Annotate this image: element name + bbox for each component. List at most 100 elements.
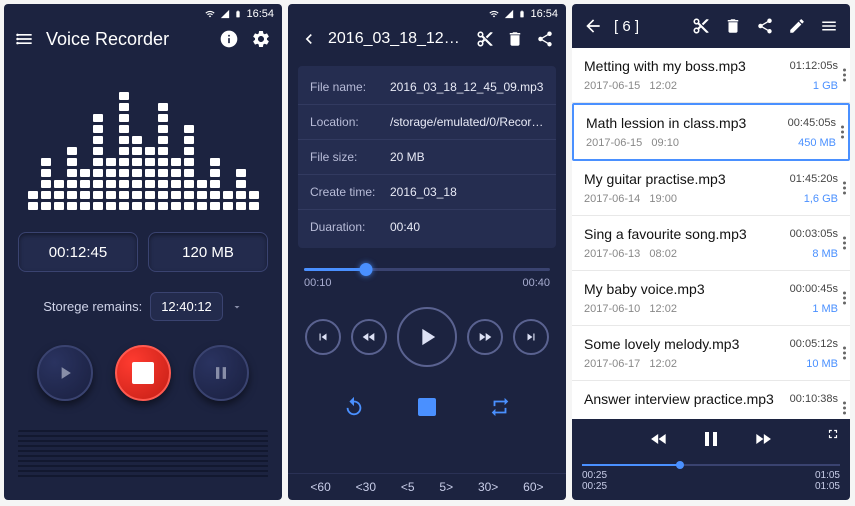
skip-amount[interactable]: <60	[310, 480, 330, 494]
cut-icon[interactable]	[474, 28, 496, 50]
more-icon[interactable]	[843, 402, 846, 415]
file-duration: 00:10:38s	[790, 393, 838, 405]
signal-icon	[220, 9, 230, 19]
file-item[interactable]: My baby voice.mp3 00:00:45s 2017-06-10 1…	[572, 271, 850, 326]
file-item[interactable]: My guitar practise.mp3 01:45:20s 2017-06…	[572, 161, 850, 216]
file-duration: 00:03:05s	[790, 228, 838, 240]
mini-player: 00:25 00:25 01:05 01:05	[572, 419, 850, 500]
skip-end-button[interactable]	[513, 319, 549, 355]
info-row: Location:/storage/emulated/0/Recorders/	[298, 105, 556, 140]
file-item[interactable]: Answer interview practice.mp3 00:10:38s	[572, 381, 850, 419]
seek-bar[interactable]: 00:10 00:40	[304, 268, 550, 289]
info-label: File size:	[310, 150, 390, 164]
file-duration: 01:12:05s	[790, 60, 838, 72]
file-size: 8 MB	[812, 248, 838, 260]
audio-visualizer	[18, 60, 268, 220]
file-name: Sing a favourite song.mp3	[584, 226, 747, 242]
more-icon[interactable]	[841, 126, 844, 139]
signal-icon	[504, 9, 514, 19]
file-size: 450 MB	[798, 137, 836, 149]
info-value: 00:40	[390, 220, 544, 234]
expand-icon[interactable]	[826, 427, 840, 446]
file-size: 1 GB	[813, 80, 838, 92]
share-icon[interactable]	[754, 15, 776, 37]
rewind-button[interactable]	[351, 319, 387, 355]
mini-seek-bar[interactable]	[582, 464, 840, 466]
cut-icon[interactable]	[690, 15, 712, 37]
file-item[interactable]: Metting with my boss.mp3 01:12:05s 2017-…	[572, 48, 850, 103]
file-date: 2017-06-14 19:00	[584, 193, 677, 205]
info-value: 20 MB	[390, 150, 544, 164]
skip-amount[interactable]: <30	[356, 480, 376, 494]
file-date: 2017-06-10 12:02	[584, 303, 677, 315]
storage-label: Storege remains:	[43, 299, 142, 314]
app-title: Voice Recorder	[46, 29, 208, 50]
skip-start-button[interactable]	[305, 319, 341, 355]
play-button[interactable]	[397, 307, 457, 367]
file-item[interactable]: Sing a favourite song.mp3 00:03:05s 2017…	[572, 216, 850, 271]
stop-button[interactable]	[411, 391, 443, 423]
info-label: Duaration:	[310, 220, 390, 234]
info-value: 2016_03_18	[390, 185, 544, 199]
info-icon[interactable]	[218, 28, 240, 50]
pause-button[interactable]	[699, 427, 723, 456]
menu-icon[interactable]	[14, 28, 36, 50]
share-icon[interactable]	[534, 28, 556, 50]
file-item[interactable]: Math lession in class.mp3 00:45:05s 2017…	[572, 103, 850, 161]
repeat-icon[interactable]	[484, 391, 516, 423]
forward-button[interactable]	[467, 319, 503, 355]
file-info-panel: File name:2016_03_18_12_45_09.mp3Locatio…	[298, 66, 556, 248]
file-name: My baby voice.mp3	[584, 281, 705, 297]
status-bar: 16:54	[4, 4, 282, 24]
recording-size: 120 MB	[148, 232, 268, 272]
back-icon[interactable]	[582, 15, 604, 37]
status-time: 16:54	[246, 8, 274, 20]
file-date: 2017-06-13 08:02	[584, 248, 677, 260]
skip-amount[interactable]: 60>	[523, 480, 543, 494]
trash-icon[interactable]	[504, 28, 526, 50]
replay-icon[interactable]	[338, 391, 370, 423]
gear-icon[interactable]	[250, 28, 272, 50]
file-duration: 00:45:05s	[788, 117, 836, 129]
mini-total2: 01:05	[815, 481, 840, 492]
edit-icon[interactable]	[786, 15, 808, 37]
skip-amount[interactable]: <5	[401, 480, 415, 494]
more-icon[interactable]	[843, 69, 846, 82]
trash-icon[interactable]	[722, 15, 744, 37]
status-time: 16:54	[530, 8, 558, 20]
storage-value[interactable]: 12:40:12	[150, 292, 223, 321]
more-icon[interactable]	[843, 292, 846, 305]
info-label: Location:	[310, 115, 390, 129]
file-list[interactable]: Metting with my boss.mp3 01:12:05s 2017-…	[572, 48, 850, 419]
recorder-screen: 16:54 Voice Recorder 00:12:45 120 MB Sto…	[4, 4, 282, 500]
wifi-icon	[204, 9, 216, 19]
file-duration: 00:05:12s	[790, 338, 838, 350]
chevron-down-icon[interactable]	[231, 301, 243, 313]
forward-button[interactable]	[753, 429, 773, 454]
battery-icon	[518, 8, 526, 20]
skip-amount[interactable]: 30>	[478, 480, 498, 494]
file-item[interactable]: Some lovely melody.mp3 00:05:12s 2017-06…	[572, 326, 850, 381]
more-icon[interactable]	[843, 182, 846, 195]
seek-duration: 00:40	[522, 277, 550, 289]
info-row: File name:2016_03_18_12_45_09.mp3	[298, 70, 556, 105]
file-duration: 01:45:20s	[790, 173, 838, 185]
info-row: File size:20 MB	[298, 140, 556, 175]
play-button[interactable]	[37, 345, 93, 401]
rewind-button[interactable]	[649, 429, 669, 454]
file-name: Math lession in class.mp3	[586, 115, 746, 131]
player-header: 2016_03_18_12_45_...	[288, 24, 566, 60]
more-icon[interactable]	[843, 347, 846, 360]
skip-amount[interactable]: 5>	[439, 480, 453, 494]
player-filename: 2016_03_18_12_45_...	[328, 30, 466, 48]
menu-icon[interactable]	[818, 15, 840, 37]
pause-button[interactable]	[193, 345, 249, 401]
more-icon[interactable]	[843, 237, 846, 250]
record-stop-button[interactable]	[115, 345, 171, 401]
file-name: My guitar practise.mp3	[584, 171, 726, 187]
file-date: 2017-06-15 12:02	[584, 80, 677, 92]
file-name: Answer interview practice.mp3	[584, 391, 774, 407]
list-header: [ 6 ]	[572, 4, 850, 48]
back-icon[interactable]	[298, 28, 320, 50]
elapsed-time: 00:12:45	[18, 232, 138, 272]
